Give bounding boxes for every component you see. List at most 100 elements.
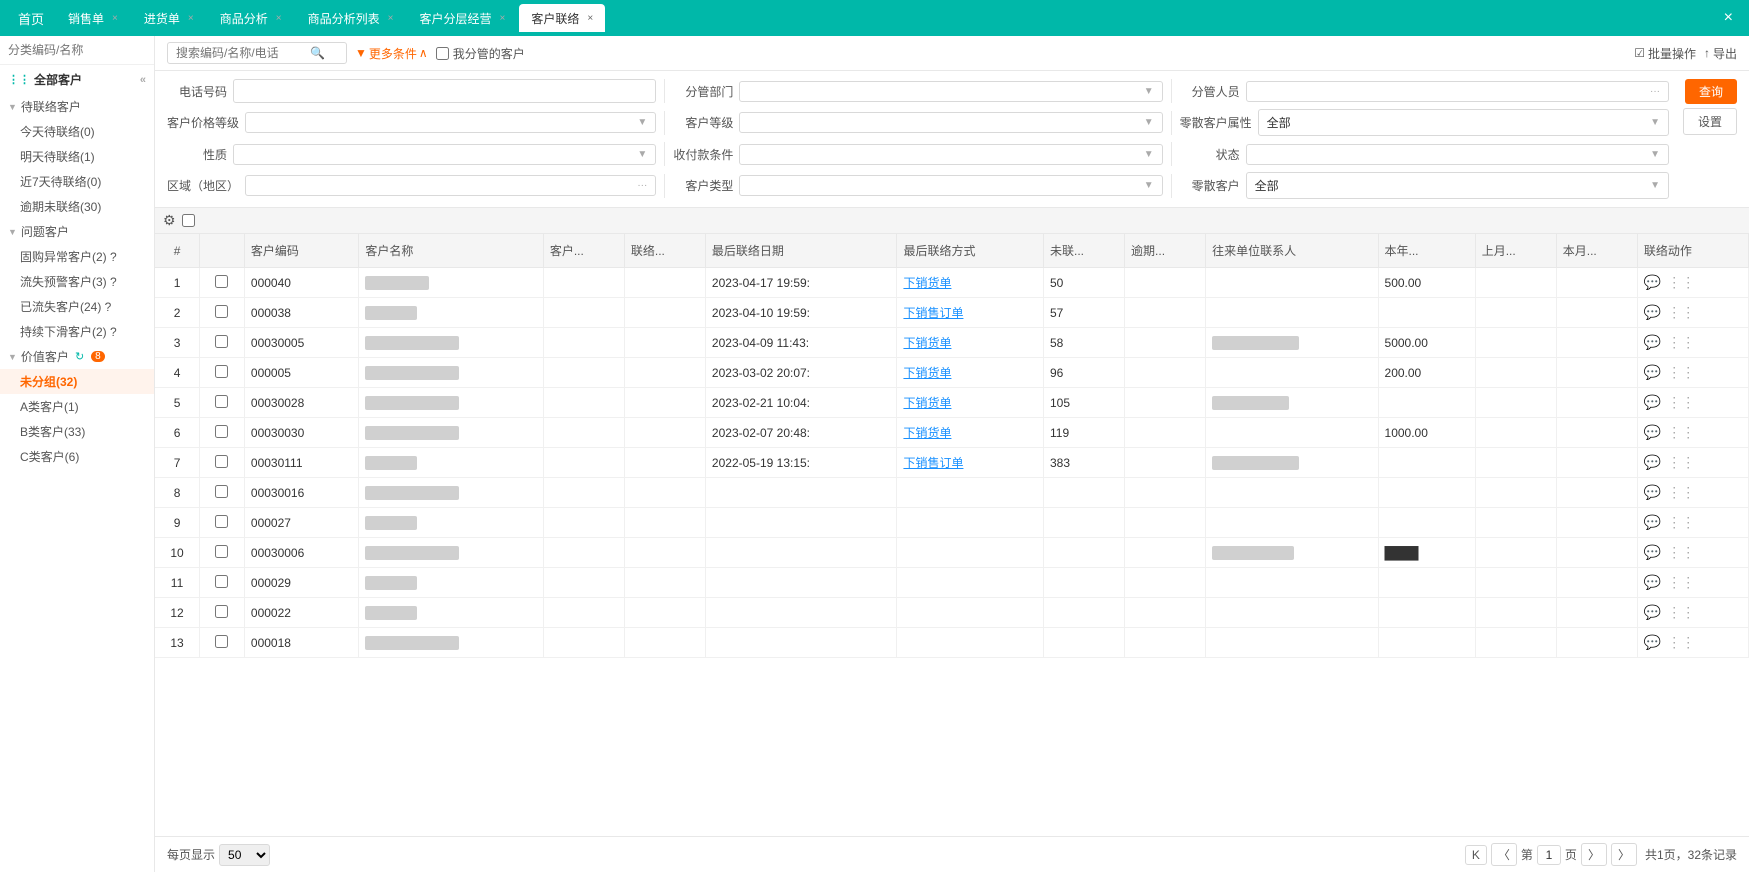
col-type[interactable]: 客户... — [543, 234, 624, 268]
cell-checkbox[interactable] — [200, 358, 245, 388]
cell-checkbox[interactable] — [200, 298, 245, 328]
cell-last-method[interactable]: 下销售订单 — [897, 298, 1044, 328]
sidebar-item-b-class[interactable]: B类客户(33) — [0, 419, 154, 444]
dept-select[interactable]: ▼ — [739, 81, 1162, 102]
all-customers-header[interactable]: ⋮⋮ 全部客户 « — [0, 65, 154, 94]
sidebar-item-lost[interactable]: 已流失客户(24) ? — [0, 294, 154, 319]
cell-checkbox[interactable] — [200, 388, 245, 418]
sidebar-item-ungroup[interactable]: 未分组(32) — [0, 369, 154, 394]
main-search-input[interactable] — [176, 46, 306, 60]
cell-last-method[interactable] — [897, 628, 1044, 658]
col-code[interactable]: 客户编码 — [244, 234, 358, 268]
my-customers-checkbox-label[interactable]: 我分管的客户 — [436, 45, 525, 62]
sidebar-item-c-class[interactable]: C类客户(6) — [0, 444, 154, 469]
sidebar-item-tomorrow[interactable]: 明天待联络(1) — [0, 144, 154, 169]
customer-tier-select[interactable]: ▼ — [739, 112, 1162, 133]
contact-icon[interactable]: 💬 — [1644, 544, 1661, 561]
contact-icon[interactable]: 💬 — [1644, 424, 1661, 441]
more-actions-icon[interactable]: ⋮⋮ — [1667, 364, 1695, 381]
more-actions-icon[interactable]: ⋮⋮ — [1667, 634, 1695, 651]
col-name[interactable]: 客户名称 — [359, 234, 543, 268]
col-unit-contact[interactable]: 往来单位联系人 — [1206, 234, 1378, 268]
sidebar-item-overdue[interactable]: 逾期未联络(30) — [0, 194, 154, 219]
cell-checkbox[interactable] — [200, 568, 245, 598]
phone-input[interactable] — [233, 79, 656, 103]
cell-checkbox[interactable] — [200, 418, 245, 448]
sidebar-group-pending[interactable]: ▼ 待联络客户 — [0, 94, 154, 119]
more-actions-icon[interactable]: ⋮⋮ — [1667, 484, 1695, 501]
col-this-year[interactable]: 本年... — [1378, 234, 1475, 268]
close-analysis-list-icon[interactable]: × — [388, 13, 394, 24]
close-all-button[interactable]: × — [1716, 9, 1741, 27]
contact-icon[interactable]: 💬 — [1644, 394, 1661, 411]
status-select[interactable]: ▼ — [1246, 144, 1669, 165]
last-page-button[interactable]: 〉 — [1611, 843, 1637, 866]
more-actions-icon[interactable]: ⋮⋮ — [1667, 514, 1695, 531]
cell-last-method[interactable]: 下销货单 — [897, 388, 1044, 418]
nav-tab-customer-contact[interactable]: 客户联络 × — [519, 4, 605, 32]
more-actions-icon[interactable]: ⋮⋮ — [1667, 334, 1695, 351]
sidebar-item-week[interactable]: 近7天待联络(0) — [0, 169, 154, 194]
col-overdue[interactable]: 逾期... — [1125, 234, 1206, 268]
cell-last-method[interactable] — [897, 568, 1044, 598]
contact-icon[interactable]: 💬 — [1644, 304, 1661, 321]
per-page-select[interactable]: 50 20 100 — [219, 844, 270, 866]
col-last-date[interactable]: 最后联络日期 — [705, 234, 897, 268]
sidebar-group-problem[interactable]: ▼ 问题客户 — [0, 219, 154, 244]
my-customers-checkbox[interactable] — [436, 47, 449, 60]
cell-last-method[interactable] — [897, 478, 1044, 508]
cell-checkbox[interactable] — [200, 268, 245, 298]
nav-home[interactable]: 首页 — [8, 9, 54, 28]
contact-icon[interactable]: 💬 — [1644, 574, 1661, 591]
nav-tab-sales[interactable]: 销售单 × — [56, 4, 130, 32]
next-page-button[interactable]: 〉 — [1581, 843, 1607, 866]
contact-icon[interactable]: 💬 — [1644, 634, 1661, 651]
cell-checkbox[interactable] — [200, 328, 245, 358]
region-select[interactable]: ··· — [245, 175, 656, 196]
cell-checkbox[interactable] — [200, 478, 245, 508]
cell-last-method[interactable]: 下销货单 — [897, 268, 1044, 298]
sidebar-item-today[interactable]: 今天待联络(0) — [0, 119, 154, 144]
close-customer-contact-icon[interactable]: × — [587, 13, 593, 24]
close-sales-icon[interactable]: × — [112, 13, 118, 24]
first-page-button[interactable]: K — [1465, 845, 1487, 865]
cell-checkbox[interactable] — [200, 448, 245, 478]
col-contact[interactable]: 联络... — [624, 234, 705, 268]
cell-last-method[interactable]: 下销货单 — [897, 418, 1044, 448]
more-actions-icon[interactable]: ⋮⋮ — [1667, 394, 1695, 411]
batch-operation-button[interactable]: ☑ 批量操作 — [1634, 45, 1696, 62]
collapse-icon[interactable]: « — [140, 74, 146, 86]
more-actions-icon[interactable]: ⋮⋮ — [1667, 424, 1695, 441]
price-tier-select[interactable]: ▼ — [245, 112, 656, 133]
nature-select[interactable]: ▼ — [233, 144, 656, 165]
scatter-select[interactable]: 全部 ▼ — [1246, 172, 1669, 199]
cell-last-method[interactable]: 下销售订单 — [897, 448, 1044, 478]
cell-last-method[interactable] — [897, 598, 1044, 628]
sidebar-group-value[interactable]: ▼ 价值客户 ↻ 8 — [0, 344, 154, 369]
cell-last-method[interactable]: 下销货单 — [897, 328, 1044, 358]
contact-icon[interactable]: 💬 — [1644, 484, 1661, 501]
contact-icon[interactable]: 💬 — [1644, 274, 1661, 291]
reset-button[interactable]: 设置 — [1683, 108, 1737, 135]
more-actions-icon[interactable]: ⋮⋮ — [1667, 454, 1695, 471]
query-button[interactable]: 查询 — [1685, 79, 1737, 104]
gear-icon[interactable]: ⚙ — [163, 212, 176, 229]
more-actions-icon[interactable]: ⋮⋮ — [1667, 604, 1695, 621]
sidebar-item-a-class[interactable]: A类客户(1) — [0, 394, 154, 419]
close-purchase-icon[interactable]: × — [188, 13, 194, 24]
col-this-month[interactable]: 本月... — [1556, 234, 1637, 268]
contact-icon[interactable]: 💬 — [1644, 334, 1661, 351]
sidebar-item-abnormal[interactable]: 固购异常客户(2) ? — [0, 244, 154, 269]
contact-icon[interactable]: 💬 — [1644, 454, 1661, 471]
contact-icon[interactable]: 💬 — [1644, 604, 1661, 621]
prev-page-button[interactable]: 〈 — [1491, 843, 1517, 866]
cell-last-method[interactable]: 下销货单 — [897, 358, 1044, 388]
cell-checkbox[interactable] — [200, 628, 245, 658]
refresh-icon[interactable]: ↻ — [75, 350, 84, 363]
more-conditions-button[interactable]: ▼ 更多条件 ∧ — [355, 45, 428, 62]
select-all-checkbox[interactable] — [182, 214, 195, 227]
col-no-contact[interactable]: 未联... — [1044, 234, 1125, 268]
cust-type-select[interactable]: ▼ — [739, 175, 1162, 196]
main-search-icon[interactable]: 🔍 — [310, 46, 325, 60]
cell-last-method[interactable] — [897, 508, 1044, 538]
